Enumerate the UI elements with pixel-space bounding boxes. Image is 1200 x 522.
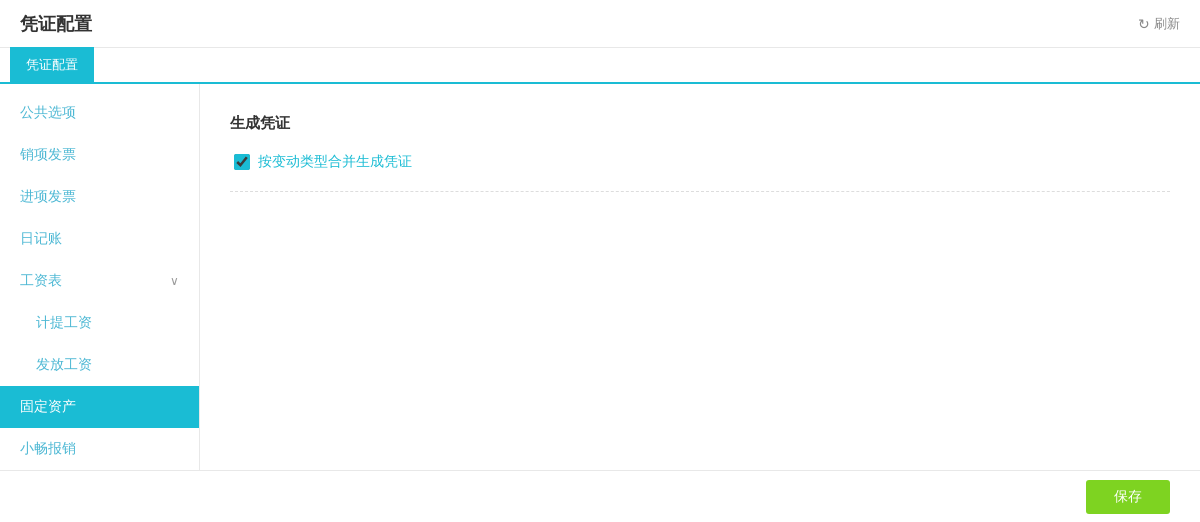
footer: 保存	[0, 470, 1200, 522]
sidebar-item-label: 销项发票	[20, 146, 76, 164]
refresh-icon: ↻	[1138, 16, 1150, 32]
sidebar-item-purchase-invoice[interactable]: 进项发票	[0, 176, 199, 218]
sidebar-item-payroll[interactable]: 工资表 ∨	[0, 260, 199, 302]
sidebar: 公共选项 销项发票 进项发票 日记账 工资表 ∨ 计提工资 发放工资 固定资产 …	[0, 84, 200, 470]
refresh-label: 刷新	[1154, 15, 1180, 33]
sidebar-item-public-options[interactable]: 公共选项	[0, 92, 199, 134]
sidebar-item-label: 工资表	[20, 272, 62, 290]
header: 凭证配置 ↻ 刷新	[0, 0, 1200, 48]
sidebar-item-accrue-salary[interactable]: 计提工资	[0, 302, 199, 344]
refresh-button[interactable]: ↻ 刷新	[1138, 15, 1180, 33]
merge-voucher-row: 按变动类型合并生成凭证	[230, 153, 1170, 171]
sidebar-item-label: 日记账	[20, 230, 62, 248]
merge-voucher-checkbox[interactable]	[234, 154, 250, 170]
sidebar-item-label: 小畅报销	[20, 440, 76, 458]
sidebar-item-label: 发放工资	[36, 356, 92, 374]
section-title: 生成凭证	[230, 114, 1170, 133]
save-button[interactable]: 保存	[1086, 480, 1170, 514]
sidebar-item-label: 计提工资	[36, 314, 92, 332]
sidebar-item-label: 进项发票	[20, 188, 76, 206]
content-area: 生成凭证 按变动类型合并生成凭证	[200, 84, 1200, 470]
tab-voucher-config[interactable]: 凭证配置	[10, 47, 94, 83]
sidebar-item-sales-invoice[interactable]: 销项发票	[0, 134, 199, 176]
main-layout: 公共选项 销项发票 进项发票 日记账 工资表 ∨ 计提工资 发放工资 固定资产 …	[0, 84, 1200, 470]
page-title: 凭证配置	[20, 12, 92, 36]
sidebar-item-pay-salary[interactable]: 发放工资	[0, 344, 199, 386]
chevron-down-icon: ∨	[170, 274, 179, 288]
sidebar-item-journal[interactable]: 日记账	[0, 218, 199, 260]
sidebar-item-label: 公共选项	[20, 104, 76, 122]
top-tab-bar: 凭证配置	[0, 48, 1200, 84]
sidebar-item-fixed-assets[interactable]: 固定资产	[0, 386, 199, 428]
section-divider	[230, 191, 1170, 192]
sidebar-item-expense-report[interactable]: 小畅报销	[0, 428, 199, 470]
merge-voucher-label: 按变动类型合并生成凭证	[258, 153, 412, 171]
sidebar-item-label: 固定资产	[20, 398, 76, 416]
